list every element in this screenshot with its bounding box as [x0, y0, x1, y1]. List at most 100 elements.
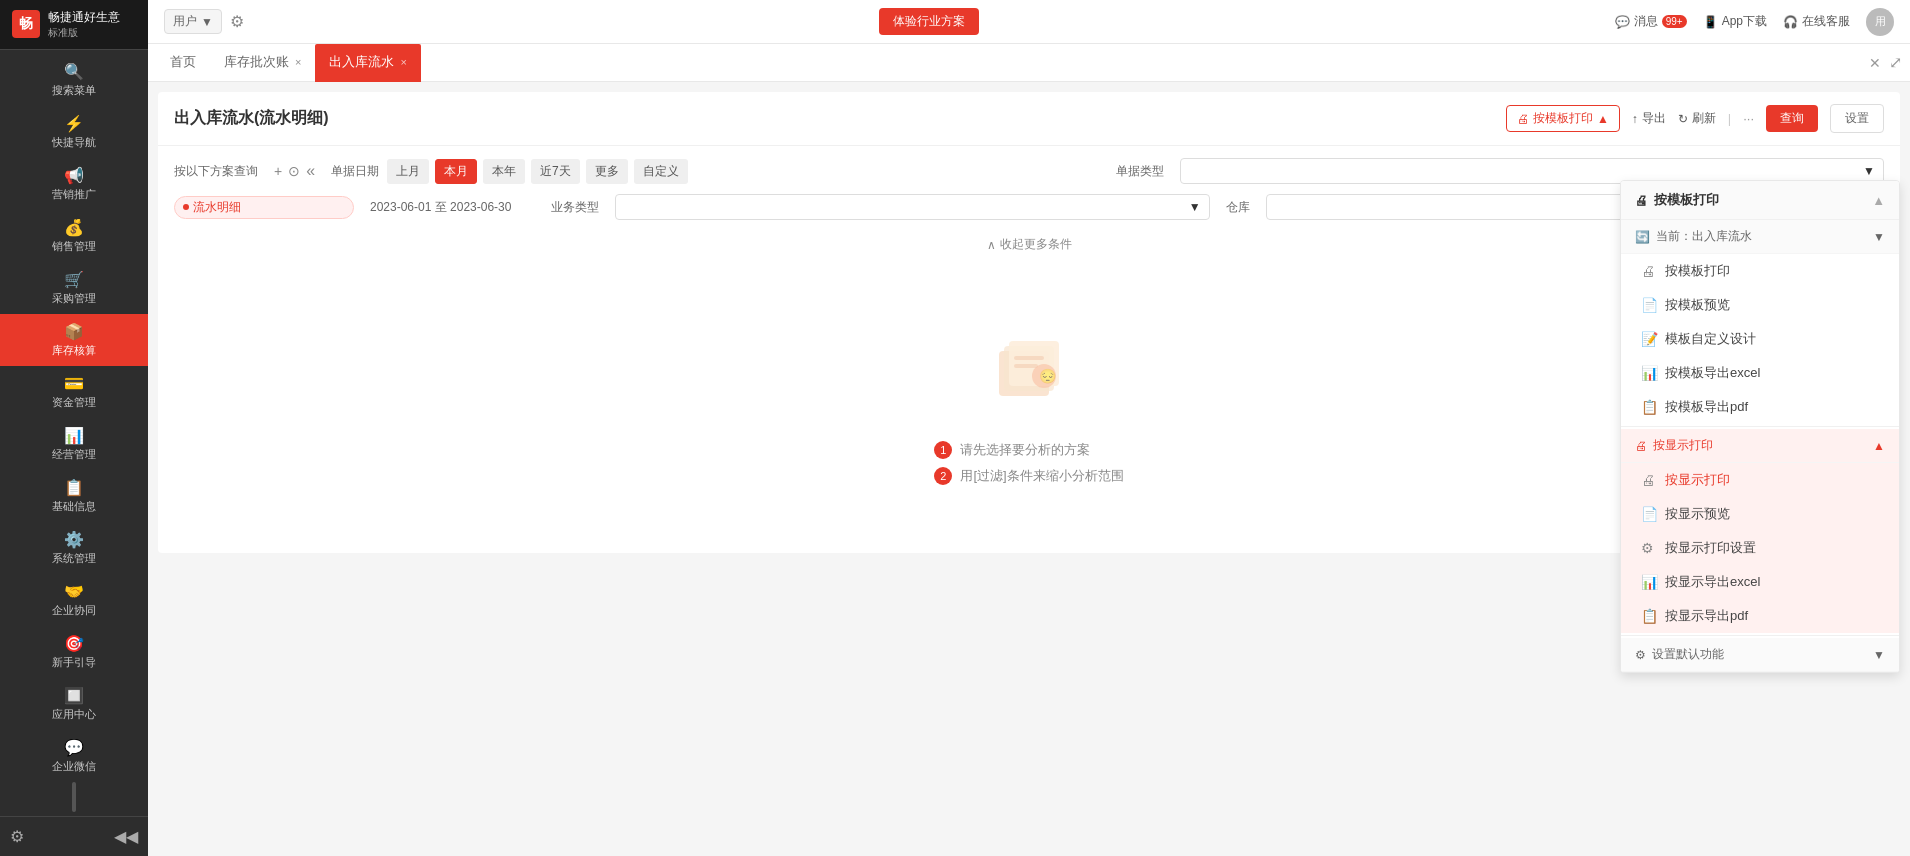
collapse-more-label: 收起更多条件	[1000, 236, 1072, 253]
export-icon: ↑	[1632, 112, 1638, 126]
dropdown-display-settings[interactable]: ⚙ 按显示打印设置	[1621, 531, 1899, 565]
more-actions-icon[interactable]: ···	[1743, 111, 1754, 126]
sidebar-item-operation[interactable]: 📊 经营管理	[0, 418, 148, 470]
sidebar-item-marketing[interactable]: 📢 营销推广	[0, 158, 148, 210]
sidebar-item-basics[interactable]: 📋 基础信息	[0, 470, 148, 522]
custom-design-icon: 📝	[1641, 331, 1657, 347]
tab-flow-label: 出入库流水	[329, 53, 394, 71]
date-last-month[interactable]: 上月	[387, 159, 429, 184]
sidebar-nav: 🔍 搜索菜单 ⚡ 快捷导航 📢 营销推广 💰 销售管理 🛒 采购管理 📦 库存核…	[0, 50, 148, 778]
sidebar-item-label: 新手引导	[52, 655, 96, 670]
tab-home[interactable]: 首页	[156, 44, 210, 82]
main-area: 用户 ▼ ⚙ 体验行业方案 💬 消息 99+ 📱 App下载 🎧 在线客服 用	[148, 0, 1910, 856]
empty-step-2: 2 用[过滤]条件来缩小分析范围	[934, 467, 1123, 485]
sidebar-item-purchase[interactable]: 🛒 采购管理	[0, 262, 148, 314]
sidebar-item-sales[interactable]: 💰 销售管理	[0, 210, 148, 262]
settings-button[interactable]: 设置	[1830, 104, 1884, 133]
tab-flow[interactable]: 出入库流水 ×	[315, 44, 420, 82]
refresh-button[interactable]: ↻ 刷新	[1678, 110, 1716, 127]
dropdown-chevron-up[interactable]: ▲	[1872, 193, 1885, 208]
dropdown-display-pdf[interactable]: 📋 按显示导出pdf	[1621, 599, 1899, 633]
user-selector[interactable]: 用户 ▼	[164, 9, 222, 34]
empty-steps: 1 请先选择要分析的方案 2 用[过滤]条件来缩小分析范围	[934, 441, 1123, 493]
sidebar-item-label: 经营管理	[52, 447, 96, 462]
query-button[interactable]: 查询	[1766, 105, 1818, 132]
date-filter-label: 单据日期	[331, 163, 379, 180]
tab-close-all-icon[interactable]: ✕	[1869, 55, 1881, 71]
default-section[interactable]: ⚙ 设置默认功能 ▼	[1621, 638, 1899, 672]
empty-step-1: 1 请先选择要分析的方案	[934, 441, 1123, 459]
dropdown-display-excel[interactable]: 📊 按显示导出excel	[1621, 565, 1899, 599]
dropdown-header: 🖨 按模板打印 ▲	[1621, 181, 1899, 220]
dropdown-template-preview[interactable]: 📄 按模板预览	[1621, 288, 1899, 322]
purchase-nav-icon: 🛒	[64, 270, 84, 289]
sidebar-item-label: 库存核算	[52, 343, 96, 358]
sidebar-item-corp[interactable]: 🤝 企业协同	[0, 574, 148, 626]
date-more[interactable]: 更多	[586, 159, 628, 184]
collapse-sidebar-icon[interactable]: ◀◀	[114, 827, 138, 846]
dropdown-template-custom[interactable]: 📝 模板自定义设计	[1621, 322, 1899, 356]
sidebar-item-system[interactable]: ⚙️ 系统管理	[0, 522, 148, 574]
filter-tag-label: 流水明细	[193, 199, 241, 216]
tab-batch-close[interactable]: ×	[295, 56, 301, 68]
dropdown-template-print[interactable]: 🖨 按模板打印	[1621, 254, 1899, 288]
export-button[interactable]: ↑ 导出	[1632, 110, 1666, 127]
refresh-icon: ↻	[1678, 112, 1688, 126]
display-chevron-up[interactable]: ▲	[1873, 439, 1885, 453]
tab-flow-close[interactable]: ×	[400, 56, 406, 68]
empty-step-2-text: 用[过滤]条件来缩小分析范围	[960, 467, 1123, 485]
tab-expand-icon[interactable]: ⤢	[1889, 53, 1902, 72]
user-dropdown-icon: ▼	[201, 15, 213, 29]
topbar-settings-icon[interactable]: ⚙	[230, 12, 244, 31]
current-section-chevron[interactable]: ▼	[1873, 230, 1885, 244]
tab-batch[interactable]: 库存批次账 ×	[210, 44, 315, 82]
date-this-month[interactable]: 本月	[435, 159, 477, 184]
display-pdf-label: 按显示导出pdf	[1665, 607, 1748, 625]
filter-collapse-icon[interactable]: «	[306, 162, 315, 180]
display-section-label: 按显示打印	[1653, 437, 1713, 454]
filter-gear-icon[interactable]: ⊙	[288, 163, 300, 179]
date-this-year[interactable]: 本年	[483, 159, 525, 184]
business-type-select[interactable]: ▼	[615, 194, 1209, 220]
tabs-bar: 首页 库存批次账 × 出入库流水 × ✕ ⤢	[148, 44, 1910, 82]
system-nav-icon: ⚙️	[64, 530, 84, 549]
display-excel-icon: 📊	[1641, 574, 1657, 590]
sidebar-item-label: 搜索菜单	[52, 83, 96, 98]
avatar[interactable]: 用	[1866, 8, 1894, 36]
sidebar-item-guide[interactable]: 🎯 新手引导	[0, 626, 148, 678]
sidebar-item-label: 企业微信	[52, 759, 96, 774]
add-filter-icon[interactable]: +	[274, 163, 282, 179]
sidebar-item-appstore[interactable]: 🔲 应用中心	[0, 678, 148, 730]
app-download-button[interactable]: 📱 App下载	[1703, 13, 1767, 30]
trial-button[interactable]: 体验行业方案	[879, 8, 979, 35]
pdf-icon: 📋	[1641, 399, 1657, 415]
online-service-button[interactable]: 🎧 在线客服	[1783, 13, 1850, 30]
sidebar-item-label: 企业协同	[52, 603, 96, 618]
dropdown-template-excel[interactable]: 📊 按模板导出excel	[1621, 356, 1899, 390]
template-excel-label: 按模板导出excel	[1665, 364, 1760, 382]
display-settings-icon: ⚙	[1641, 540, 1657, 556]
dropdown-template-pdf[interactable]: 📋 按模板导出pdf	[1621, 390, 1899, 424]
sidebar-item-search[interactable]: 🔍 搜索菜单	[0, 54, 148, 106]
dropdown-display-preview[interactable]: 📄 按显示预览	[1621, 497, 1899, 531]
message-button[interactable]: 💬 消息 99+	[1615, 13, 1687, 30]
refresh-label: 刷新	[1692, 110, 1716, 127]
export-label: 导出	[1642, 110, 1666, 127]
doc-type-label: 单据类型	[1116, 163, 1164, 180]
sidebar-item-label: 快捷导航	[52, 135, 96, 150]
current-section-label: 当前：出入库流水	[1656, 228, 1752, 245]
warehouse-label: 仓库	[1226, 199, 1250, 216]
brand-name: 畅捷通好生意	[48, 10, 120, 26]
date-last-7days[interactable]: 近7天	[531, 159, 580, 184]
print-template-button[interactable]: 🖨 按模板打印 ▲	[1506, 105, 1620, 132]
sidebar-item-wxwork[interactable]: 💬 企业微信	[0, 730, 148, 778]
settings-bottom-icon[interactable]: ⚙	[10, 827, 24, 846]
business-type-dropdown-icon: ▼	[1189, 200, 1201, 214]
wxwork-nav-icon: 💬	[64, 738, 84, 757]
sidebar-item-finance[interactable]: 💳 资金管理	[0, 366, 148, 418]
dropdown-display-print[interactable]: 🖨 按显示打印	[1621, 463, 1899, 497]
date-custom[interactable]: 自定义	[634, 159, 688, 184]
sidebar-item-shortcut[interactable]: ⚡ 快捷导航	[0, 106, 148, 158]
sidebar-item-inventory[interactable]: 📦 库存核算	[0, 314, 148, 366]
sidebar-item-label: 资金管理	[52, 395, 96, 410]
